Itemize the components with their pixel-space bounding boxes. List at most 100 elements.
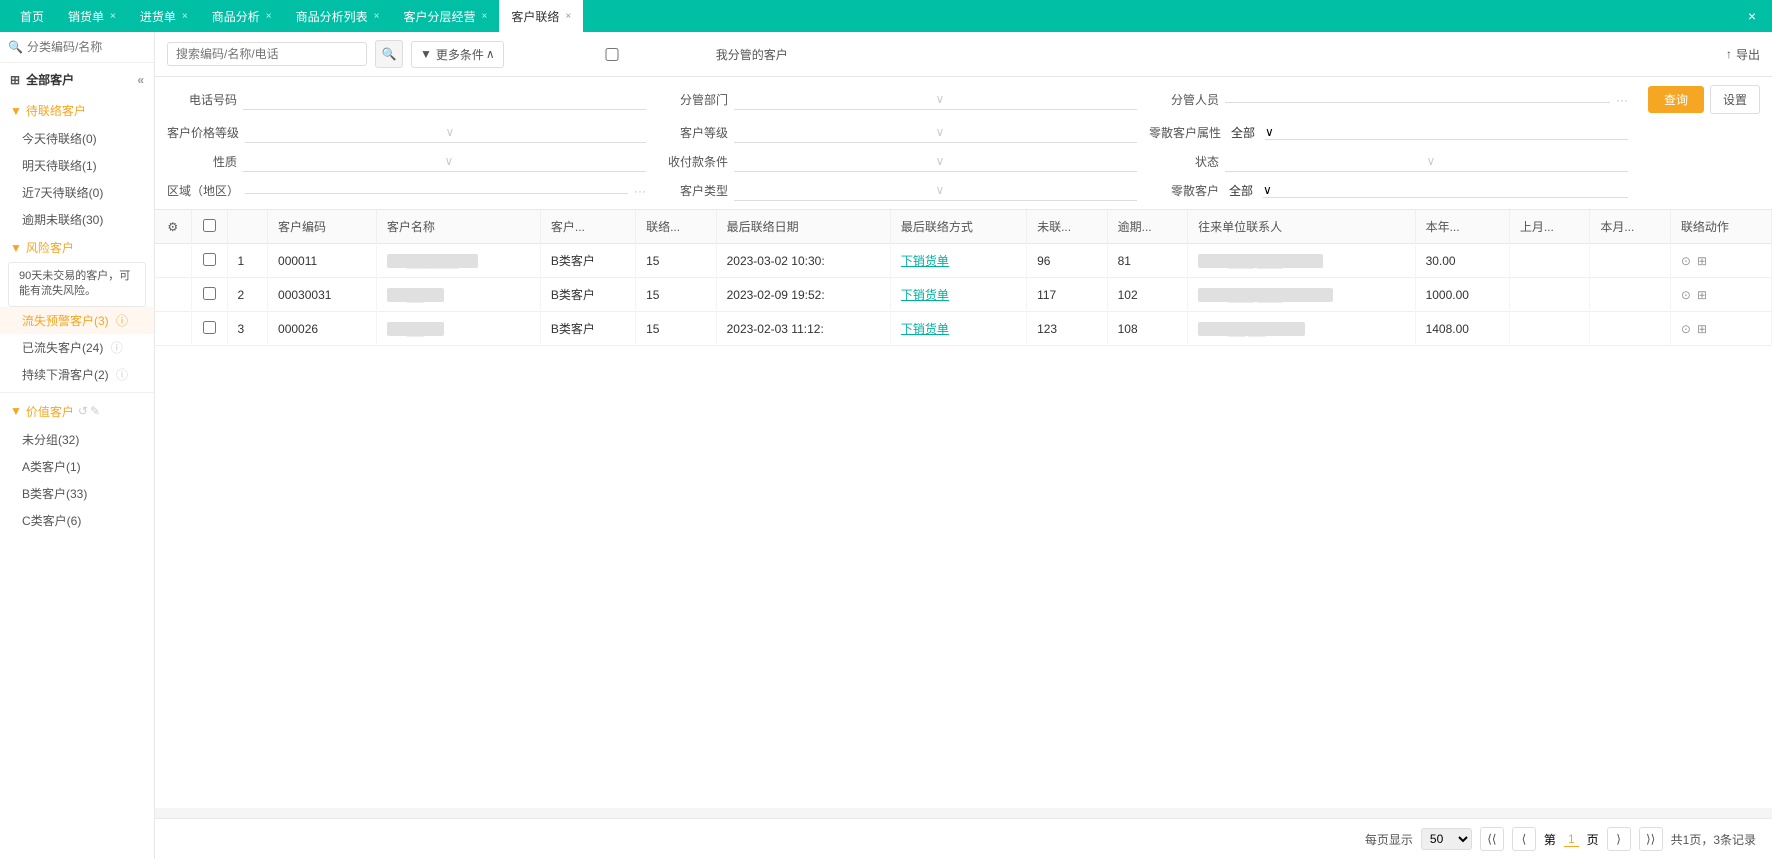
th-type[interactable]: 客户... [540,210,635,244]
nav-tab-analysis[interactable]: 商品分析 × [200,0,284,32]
filter-manager-select[interactable] [1225,96,1610,103]
refresh-icon-value[interactable]: ↺ [78,404,88,418]
th-overdue[interactable]: 逾期... [1107,210,1188,244]
filter-region-select[interactable] [245,187,628,194]
close-tab-sales[interactable]: × [110,11,116,22]
next-page-button[interactable]: ⟩ [1607,827,1631,851]
filter-manager-dots[interactable]: ··· [1616,93,1628,107]
close-tab-customer-segment[interactable]: × [481,11,487,22]
table-header-row: ⚙ 客户编码 客户名称 客户... 联络... 最后联络日期 最后联络方式 未联… [155,210,1772,244]
td-last-contact-method[interactable]: 下销货单 [890,278,1026,312]
sidebar-item-tomorrow[interactable]: 明天待联络(1) [0,152,154,179]
first-page-button[interactable]: ⟨⟨ [1480,827,1504,851]
th-this-month[interactable]: 本月... [1590,210,1671,244]
filter-payment-select[interactable]: ∨ [734,151,1137,172]
action-link-icon[interactable]: ⊙ [1681,254,1691,268]
setting-button[interactable]: 设置 [1710,85,1760,114]
th-last-contact-method[interactable]: 最后联络方式 [890,210,1026,244]
action-menu-icon[interactable]: ⊞ [1697,322,1707,336]
chevron-down-icon-scatter2: ∨ [1263,183,1272,197]
td-checkbox[interactable] [191,244,227,278]
export-button[interactable]: ↑ 导出 [1726,46,1760,63]
nav-tab-sales[interactable]: 销货单 × [56,0,128,32]
page-size-select[interactable]: 50 100 200 [1421,828,1472,850]
close-tab-analysis-list[interactable]: × [374,11,380,22]
contact-method-link[interactable]: 下销货单 [901,288,949,302]
sidebar-item-already-lost[interactable]: 已流失客户(24) ⓘ [0,334,154,361]
sidebar-item-overdue[interactable]: 逾期未联络(30) [0,206,154,233]
sidebar-group-risk-customer[interactable]: ▼ 风险客户 [0,233,154,262]
my-customers-checkbox-label[interactable]: 我分管的客户 [512,46,788,63]
filter-nature-select[interactable]: ∨ [243,151,646,172]
filter-scatter-customer-value: 全部 [1229,182,1253,199]
contact-method-link[interactable]: 下销货单 [901,254,949,268]
th-checkbox[interactable] [191,210,227,244]
query-button[interactable]: 查询 [1648,86,1704,113]
sidebar-item-today[interactable]: 今天待联络(0) [0,125,154,152]
more-conditions-button[interactable]: ▼ 更多条件 ∧ [411,41,504,68]
sidebar-item-b-class[interactable]: B类客户(33) [0,480,154,507]
sidebar-item-holding[interactable]: 持续下滑客户(2) ⓘ [0,361,154,388]
sidebar-item-c-class[interactable]: C类客户(6) [0,507,154,534]
nav-tab-customer-segment[interactable]: 客户分层经营 × [391,0,499,32]
th-last-contact-date[interactable]: 最后联络日期 [716,210,890,244]
td-checkbox[interactable] [191,278,227,312]
sidebar-group-pending-contact[interactable]: ▼ 待联络客户 [0,96,154,125]
sidebar-search-input[interactable] [27,40,146,54]
td-checkbox[interactable] [191,312,227,346]
th-last-month[interactable]: 上月... [1509,210,1590,244]
edit-icon-value[interactable]: ✎ [90,404,100,418]
th-settings[interactable]: ⚙ [155,210,191,244]
action-menu-icon[interactable]: ⊞ [1697,254,1707,268]
close-all-button[interactable]: × [1740,8,1764,24]
nav-tab-analysis-list[interactable]: 商品分析列表 × [284,0,392,32]
filter-scatter-attr-select[interactable]: ∨ [1265,125,1628,140]
bottom-scrollbar[interactable] [155,808,1772,818]
row-checkbox-2[interactable] [203,321,216,334]
sidebar-item-loss-warning[interactable]: 流失预警客户(3) ⓘ [0,307,154,334]
filter-region-dots[interactable]: ··· [634,184,646,198]
last-page-button[interactable]: ⟩⟩ [1639,827,1663,851]
th-not-contact[interactable]: 未联... [1027,210,1108,244]
search-button[interactable]: 🔍 [375,40,403,68]
my-customers-checkbox[interactable] [512,48,712,61]
action-menu-icon[interactable]: ⊞ [1697,288,1707,302]
filter-customer-level-select[interactable]: ∨ [734,122,1137,143]
select-all-checkbox[interactable] [203,219,216,232]
td-last-contact-method[interactable]: 下销货单 [890,244,1026,278]
sidebar-collapse-button[interactable]: « [137,73,144,87]
td-last-contact-method[interactable]: 下销货单 [890,312,1026,346]
sidebar-item-ungrouped[interactable]: 未分组(32) [0,426,154,453]
close-tab-purchase[interactable]: × [182,11,188,22]
nav-tab-customer-contact[interactable]: 客户联络 × [499,0,583,32]
nav-tab-purchase[interactable]: 进货单 × [128,0,200,32]
nav-tab-home[interactable]: 首页 [8,8,56,25]
filter-row-3: 性质 ∨ 收付款条件 ∨ 状态 [167,151,1760,172]
sidebar-group-value-customer[interactable]: ▼ 价值客户 ↺ ✎ [0,397,154,426]
td-last-month [1509,278,1590,312]
action-link-icon[interactable]: ⊙ [1681,288,1691,302]
filter-price-level-select[interactable]: ∨ [245,122,646,143]
th-contact[interactable]: 联络... [636,210,717,244]
action-link-icon[interactable]: ⊙ [1681,322,1691,336]
sidebar-item-week[interactable]: 近7天待联络(0) [0,179,154,206]
th-unit-contact[interactable]: 往来单位联系人 [1188,210,1415,244]
row-checkbox-1[interactable] [203,287,216,300]
th-code[interactable]: 客户编码 [268,210,377,244]
filter-dept-select[interactable]: ∨ [734,89,1137,110]
filter-customer-type-select[interactable]: ∨ [734,180,1137,201]
th-name[interactable]: 客户名称 [376,210,540,244]
close-tab-customer-contact[interactable]: × [565,11,571,22]
info-icon-loss: ⓘ [116,314,128,328]
contact-method-link[interactable]: 下销货单 [901,322,949,336]
close-tab-analysis[interactable]: × [266,11,272,22]
row-checkbox-0[interactable] [203,253,216,266]
filter-phone-input[interactable] [243,89,646,110]
content-area: 🔍 ▼ 更多条件 ∧ 我分管的客户 ↑ 导出 电话号码 [155,32,1772,859]
prev-page-button[interactable]: ⟨ [1512,827,1536,851]
search-input[interactable] [167,42,367,66]
sidebar-item-a-class[interactable]: A类客户(1) [0,453,154,480]
th-this-year[interactable]: 本年... [1415,210,1509,244]
filter-scatter-customer-select[interactable]: ∨ [1263,183,1628,198]
filter-status-select[interactable]: ∨ [1225,151,1628,172]
